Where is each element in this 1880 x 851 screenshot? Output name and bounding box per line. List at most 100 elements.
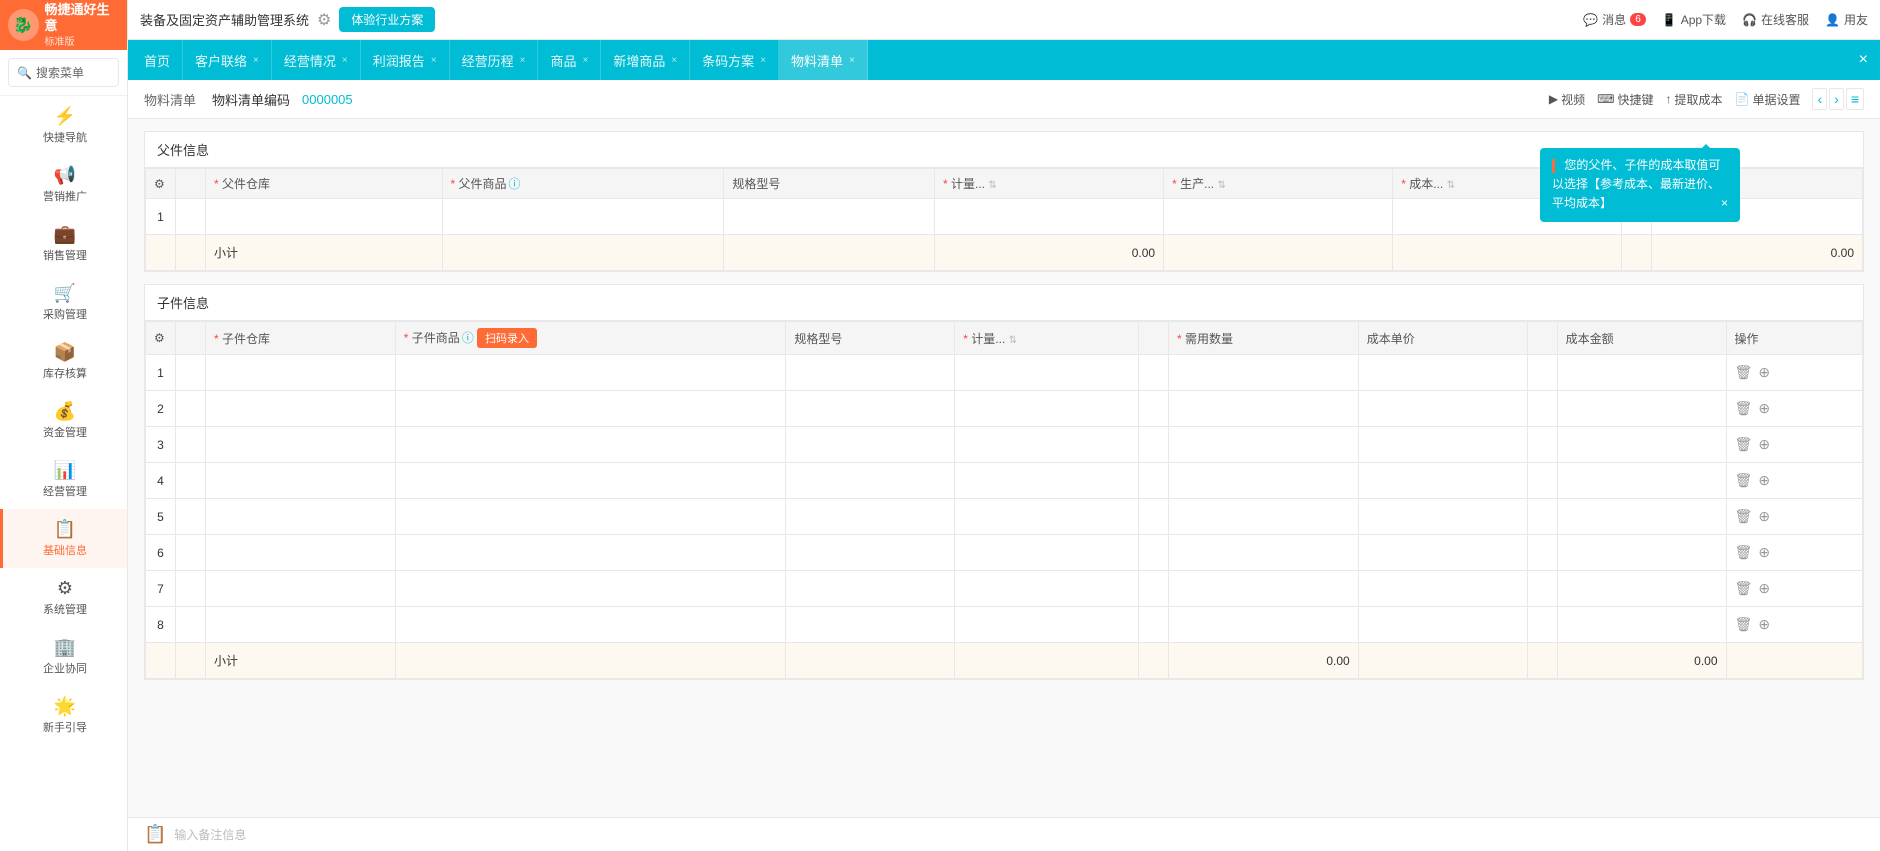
tab-history[interactable]: 经营历程 × — [450, 40, 539, 80]
child-row-1-needed-qty[interactable] — [1169, 355, 1359, 391]
tab-profit[interactable]: 利润报告 × — [361, 40, 450, 80]
sidebar-item-operations[interactable]: 📊 经营管理 — [0, 450, 127, 509]
tab-operations-close[interactable]: × — [342, 55, 348, 66]
tab-bom[interactable]: 物料清单 × — [779, 40, 868, 80]
child-col-settings[interactable]: ⚙ — [146, 322, 176, 355]
notes-hint[interactable]: 输入备注信息 — [174, 826, 246, 843]
tab-new-goods[interactable]: 新增商品 × — [601, 40, 690, 80]
delete-icon-7[interactable]: 🗑 — [1735, 580, 1753, 597]
child-row-1-qty[interactable] — [955, 355, 1139, 391]
delete-icon-1[interactable]: 🗑 — [1735, 364, 1753, 381]
tab-customers-close[interactable]: × — [253, 55, 259, 66]
child-subtotal: 小计 0.00 0.00 — [146, 643, 1863, 679]
sidebar-item-system[interactable]: ⚙ 系统管理 — [0, 568, 127, 627]
view-action[interactable]: ▶ 视频 — [1549, 91, 1585, 108]
tab-bom-close[interactable]: × — [849, 55, 855, 66]
sidebar-item-sales[interactable]: 💼 销售管理 — [0, 214, 127, 273]
parent-subtotal: 小计 0.00 0.00 — [146, 235, 1863, 271]
child-subtotal-qty: 0.00 — [1169, 643, 1359, 679]
nav-next[interactable]: › — [1829, 88, 1844, 110]
sidebar-item-marketing[interactable]: 📢 营销推广 — [0, 155, 127, 214]
tab-goods[interactable]: 商品 × — [538, 40, 601, 80]
copy-icon-6[interactable]: ⊕ — [1758, 544, 1770, 561]
delete-icon-6[interactable]: 🗑 — [1735, 544, 1753, 561]
parent-row-warehouse[interactable] — [206, 199, 443, 235]
sidebar-item-inventory[interactable]: 📦 库存核算 — [0, 332, 127, 391]
sidebar-item-basicinfo[interactable]: 📋 基础信息 — [0, 509, 127, 568]
tooltip-close-button[interactable]: × — [1721, 194, 1728, 213]
delete-icon-2[interactable]: 🗑 — [1735, 400, 1753, 417]
parent-col-settings[interactable]: ⚙ — [146, 169, 176, 199]
child-section: 子件信息 ⚙ * 子件仓库 * 子件商品ⓘ 扫码录入 规格型号 — [144, 284, 1864, 680]
child-row-1-num: 1 — [146, 355, 176, 391]
copy-icon-1[interactable]: ⊕ — [1758, 364, 1770, 381]
child-row-1-goods[interactable] — [395, 355, 786, 391]
trial-button[interactable]: 体验行业方案 — [339, 7, 435, 32]
tab-new-goods-close[interactable]: × — [671, 55, 677, 66]
tab-close-all[interactable]: × — [1851, 51, 1876, 69]
delete-icon-4[interactable]: 🗑 — [1735, 472, 1753, 489]
search-label: 搜索菜单 — [36, 64, 84, 81]
child-row-2-spec[interactable] — [786, 391, 955, 427]
shortcut-action[interactable]: ⌨ 快捷键 — [1597, 91, 1653, 108]
copy-icon-3[interactable]: ⊕ — [1758, 436, 1770, 453]
sidebar-item-finance[interactable]: 💰 资金管理 — [0, 391, 127, 450]
child-row-2-qty[interactable] — [955, 391, 1139, 427]
copy-icon-7[interactable]: ⊕ — [1758, 580, 1770, 597]
copy-icon-4[interactable]: ⊕ — [1758, 472, 1770, 489]
child-row-2-unit-cost[interactable] — [1358, 391, 1527, 427]
tab-profit-close[interactable]: × — [431, 55, 437, 66]
sidebar-search-area: 🔍 搜索菜单 — [0, 50, 127, 96]
message-button[interactable]: 💬 消息 6 — [1583, 11, 1646, 28]
copy-icon-5[interactable]: ⊕ — [1758, 508, 1770, 525]
user-menu[interactable]: 👤 用友 — [1825, 11, 1868, 28]
parent-row-goods[interactable] — [442, 199, 724, 235]
child-row-5: 5 🗑 ⊕ — [146, 499, 1863, 535]
app-download-button[interactable]: 📱 App下载 — [1662, 11, 1726, 28]
parent-col-production: * 生产... ⇅ — [1164, 169, 1393, 199]
online-service-button[interactable]: 🎧 在线客服 — [1742, 11, 1809, 28]
parent-row-spec[interactable] — [724, 199, 935, 235]
child-row-2-goods[interactable] — [395, 391, 786, 427]
copy-icon-8[interactable]: ⊕ — [1758, 616, 1770, 633]
child-row-2-needed-qty[interactable] — [1169, 391, 1359, 427]
nav-prev[interactable]: ‹ — [1812, 88, 1827, 110]
sidebar-item-quicknav[interactable]: ⚡ 快捷导航 — [0, 96, 127, 155]
scan-button[interactable]: 扫码录入 — [477, 328, 537, 348]
single-settings-action[interactable]: 📄 单据设置 — [1735, 91, 1801, 108]
parent-row-production[interactable] — [1164, 199, 1393, 235]
nav-list[interactable]: ≡ — [1846, 88, 1864, 110]
tab-operations-status[interactable]: 经营情况 × — [272, 40, 361, 80]
notes-icon[interactable]: 📋 — [144, 824, 166, 845]
child-row-2-cost-amount[interactable] — [1557, 391, 1726, 427]
copy-icon-2[interactable]: ⊕ — [1758, 400, 1770, 417]
tab-customers[interactable]: 客户联络 × — [183, 40, 272, 80]
tab-barcode-close[interactable]: × — [760, 55, 766, 66]
child-row-1-spec[interactable] — [786, 355, 955, 391]
page-header: 物料清单 物料清单编码 0000005 ▶ 视频 ⌨ 快捷键 ↑ 提取成本 📄 … — [128, 80, 1880, 119]
settings-icon[interactable]: ⚙ — [317, 10, 331, 30]
tab-goods-close[interactable]: × — [582, 55, 588, 66]
child-row-1-cost-amount[interactable] — [1557, 355, 1726, 391]
message-label: 消息 — [1602, 11, 1626, 28]
child-row-2-warehouse[interactable] — [206, 391, 396, 427]
breadcrumb-bom[interactable]: 物料清单 — [144, 90, 196, 109]
extract-icon: ↑ — [1666, 92, 1672, 106]
tab-barcode[interactable]: 条码方案 × — [690, 40, 779, 80]
child-row-1-warehouse[interactable] — [206, 355, 396, 391]
tab-history-close[interactable]: × — [520, 55, 526, 66]
sidebar-item-purchase[interactable]: 🛒 采购管理 — [0, 273, 127, 332]
sidebar-item-enterprise[interactable]: 🏢 企业协同 — [0, 627, 127, 686]
child-row-1-unit-cost[interactable] — [1358, 355, 1527, 391]
delete-icon-3[interactable]: 🗑 — [1735, 436, 1753, 453]
delete-icon-5[interactable]: 🗑 — [1735, 508, 1753, 525]
tooltip-indicator — [1552, 159, 1555, 173]
search-menu-button[interactable]: 🔍 搜索菜单 — [8, 58, 119, 87]
extract-cost-action[interactable]: ↑ 提取成本 — [1666, 91, 1723, 108]
sidebar-item-guide[interactable]: 🌟 新手引导 — [0, 686, 127, 745]
tab-home[interactable]: 首页 — [132, 40, 183, 80]
tab-bom-label: 物料清单 — [791, 51, 843, 70]
parent-row-qty[interactable] — [935, 199, 1164, 235]
delete-icon-8[interactable]: 🗑 — [1735, 616, 1753, 633]
tab-goods-label: 商品 — [550, 51, 576, 70]
